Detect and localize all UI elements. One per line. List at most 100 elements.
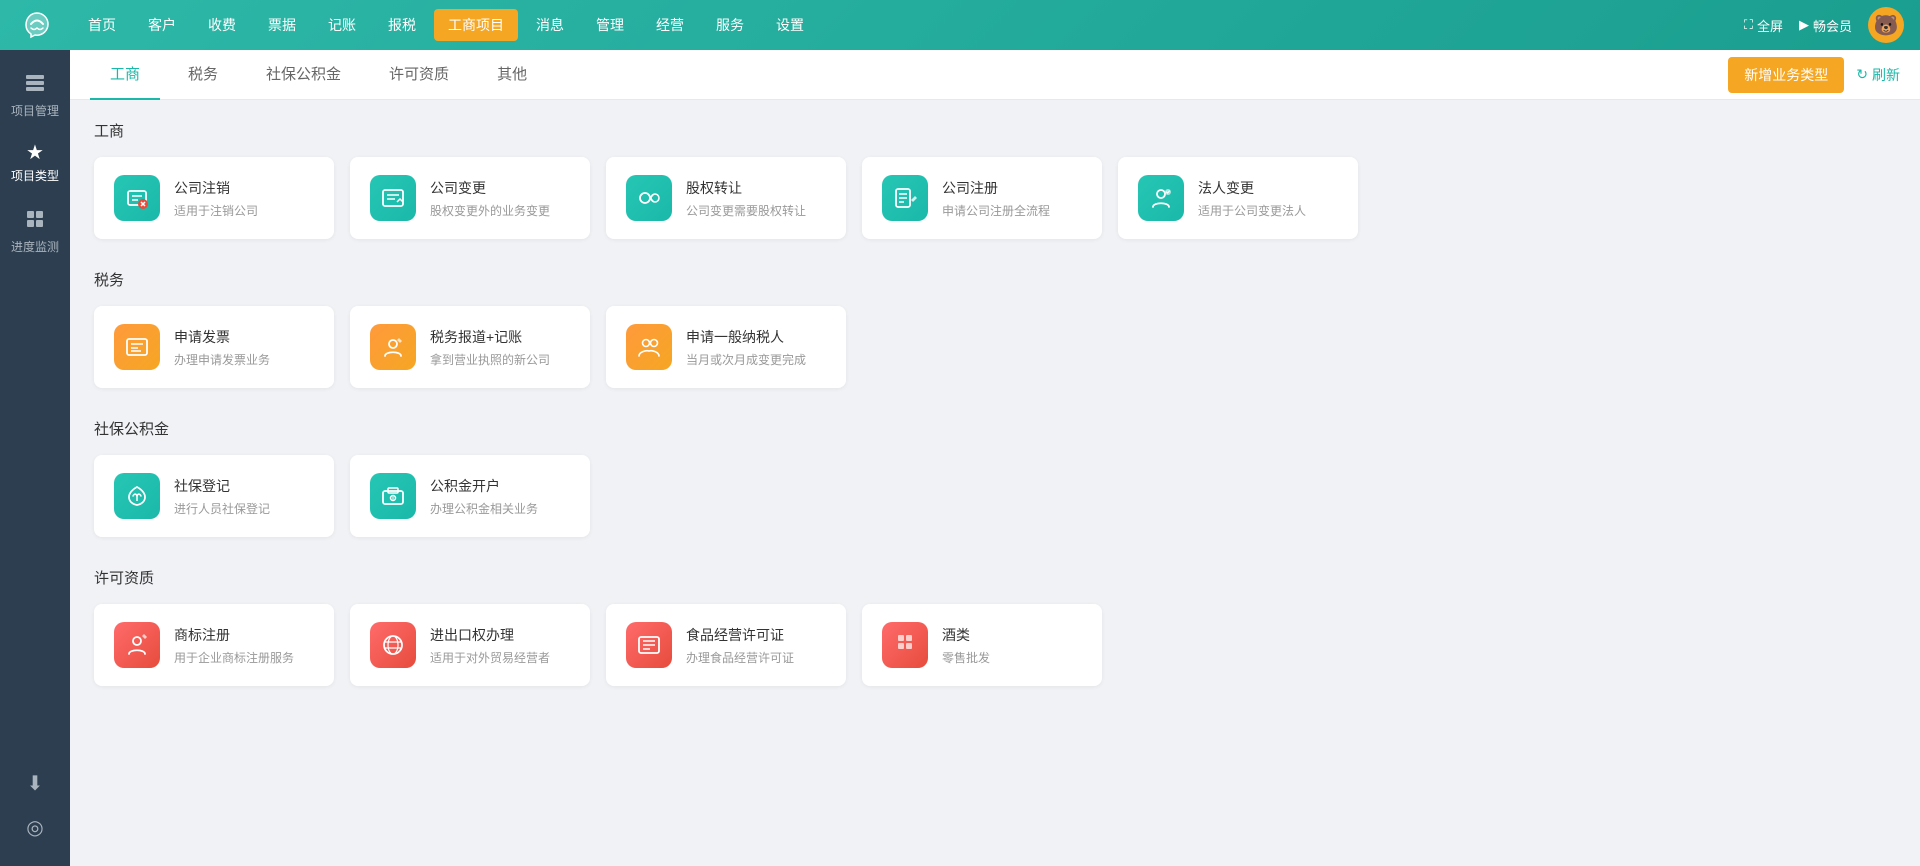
card-general-taxpayer-text: 申请一般纳税人 当月或次月成变更完成	[686, 327, 826, 368]
liquor-icon	[882, 622, 928, 668]
card-company-cancel-title: 公司注销	[174, 178, 314, 198]
company-change-icon	[370, 175, 416, 221]
card-apply-invoice-desc: 办理申请发票业务	[174, 351, 314, 368]
card-import-export-text: 进出口权办理 适用于对外贸易经营者	[430, 625, 570, 666]
sidebar-item-project-type[interactable]: ★ 项目类型	[0, 131, 70, 196]
general-taxpayer-icon	[626, 324, 672, 370]
card-legal-change-desc: 适用于公司变更法人	[1198, 202, 1338, 219]
nav-home[interactable]: 首页	[74, 9, 130, 41]
card-company-change-desc: 股权变更外的业务变更	[430, 202, 570, 219]
card-company-register[interactable]: 公司注册 申请公司注册全流程	[862, 157, 1102, 239]
card-food-license-desc: 办理食品经营许可证	[686, 649, 826, 666]
card-company-register-desc: 申请公司注册全流程	[942, 202, 1082, 219]
card-equity-transfer[interactable]: 股权转让 公司变更需要股权转让	[606, 157, 846, 239]
sidebar-label-progress: 进度监测	[11, 238, 59, 255]
sidebar-settings-small[interactable]: ◎	[0, 806, 70, 850]
card-tax-bookkeeping[interactable]: 税务报道+记账 拿到营业执照的新公司	[350, 306, 590, 388]
card-tax-bookkeeping-desc: 拿到营业执照的新公司	[430, 351, 570, 368]
nav-tax[interactable]: 报税	[374, 9, 430, 41]
food-license-icon	[626, 622, 672, 668]
card-food-license-title: 食品经营许可证	[686, 625, 826, 645]
top-navigation: 首页 客户 收费 票据 记账 报税 工商项目 消息 管理 经营 服务 设置 ⛶ …	[0, 0, 1920, 50]
card-company-cancel-desc: 适用于注销公司	[174, 202, 314, 219]
tab-tax[interactable]: 税务	[168, 50, 238, 100]
refresh-icon: ↻	[1856, 66, 1868, 83]
card-general-taxpayer-title: 申请一般纳税人	[686, 327, 826, 347]
equity-transfer-icon	[626, 175, 672, 221]
card-trademark-text: 商标注册 用于企业商标注册服务	[174, 625, 314, 666]
project-management-icon	[24, 72, 46, 98]
content-area: 工商 税务 社保公积金 许可资质 其他 新增业务类型 ↻ 刷新 工商	[70, 50, 1920, 866]
card-trademark-title: 商标注册	[174, 625, 314, 645]
section-title-business: 工商	[94, 120, 1896, 141]
card-apply-invoice-text: 申请发票 办理申请发票业务	[174, 327, 314, 368]
new-type-button[interactable]: 新增业务类型	[1728, 57, 1844, 93]
trademark-icon	[114, 622, 160, 668]
social-cards-grid: 社保登记 进行人员社保登记 公积金开户	[94, 455, 1896, 537]
nav-message[interactable]: 消息	[522, 9, 578, 41]
card-tax-bookkeeping-text: 税务报道+记账 拿到营业执照的新公司	[430, 327, 570, 368]
section-title-tax: 税务	[94, 269, 1896, 290]
card-liquor[interactable]: 酒类 零售批发	[862, 604, 1102, 686]
tab-business[interactable]: 工商	[90, 50, 160, 100]
nav-operation[interactable]: 经营	[642, 9, 698, 41]
section-title-social: 社保公积金	[94, 418, 1896, 439]
tab-other[interactable]: 其他	[477, 50, 547, 100]
nav-business[interactable]: 工商项目	[434, 9, 518, 41]
settings-small-icon: ◎	[26, 818, 43, 838]
sidebar: 项目管理 ★ 项目类型 进度监测 ⬇ ◎	[0, 50, 70, 866]
card-social-insurance-title: 社保登记	[174, 476, 314, 496]
sidebar-item-project-management[interactable]: 项目管理	[0, 60, 70, 131]
card-legal-change-title: 法人变更	[1198, 178, 1338, 198]
license-cards-grid: 商标注册 用于企业商标注册服务 进出口权办理	[94, 604, 1896, 686]
card-apply-invoice[interactable]: 申请发票 办理申请发票业务	[94, 306, 334, 388]
sidebar-download[interactable]: ⬇	[0, 762, 70, 806]
provident-fund-icon	[370, 473, 416, 519]
card-company-register-title: 公司注册	[942, 178, 1082, 198]
fullscreen-button[interactable]: ⛶ 全屏	[1744, 16, 1783, 35]
nav-service[interactable]: 服务	[702, 9, 758, 41]
card-provident-fund-title: 公积金开户	[430, 476, 570, 496]
main-layout: 项目管理 ★ 项目类型 进度监测 ⬇ ◎	[0, 50, 1920, 866]
progress-icon	[24, 208, 46, 234]
card-trademark-desc: 用于企业商标注册服务	[174, 649, 314, 666]
card-provident-fund[interactable]: 公积金开户 办理公积金相关业务	[350, 455, 590, 537]
vip-button[interactable]: ▶ 畅会员	[1799, 16, 1852, 35]
sidebar-item-progress[interactable]: 进度监测	[0, 196, 70, 267]
card-general-taxpayer[interactable]: 申请一般纳税人 当月或次月成变更完成	[606, 306, 846, 388]
card-company-cancel-text: 公司注销 适用于注销公司	[174, 178, 314, 219]
card-import-export[interactable]: 进出口权办理 适用于对外贸易经营者	[350, 604, 590, 686]
card-trademark[interactable]: 商标注册 用于企业商标注册服务	[94, 604, 334, 686]
tax-cards-grid: 申请发票 办理申请发票业务 税务报道+记账 拿到营业执照的新	[94, 306, 1896, 388]
nav-settings[interactable]: 设置	[762, 9, 818, 41]
tab-license[interactable]: 许可资质	[369, 50, 469, 100]
nav-invoice[interactable]: 票据	[254, 9, 310, 41]
refresh-button[interactable]: ↻ 刷新	[1856, 65, 1900, 85]
section-title-license: 许可资质	[94, 567, 1896, 588]
card-social-insurance[interactable]: 社保登记 进行人员社保登记	[94, 455, 334, 537]
legal-change-icon	[1138, 175, 1184, 221]
company-register-icon	[882, 175, 928, 221]
app-logo	[16, 4, 58, 46]
card-provident-fund-desc: 办理公积金相关业务	[430, 500, 570, 517]
card-company-change-text: 公司变更 股权变更外的业务变更	[430, 178, 570, 219]
card-apply-invoice-title: 申请发票	[174, 327, 314, 347]
card-company-register-text: 公司注册 申请公司注册全流程	[942, 178, 1082, 219]
tab-social-insurance[interactable]: 社保公积金	[246, 50, 361, 100]
download-icon: ⬇	[27, 774, 44, 794]
card-liquor-text: 酒类 零售批发	[942, 625, 1082, 666]
card-company-cancel[interactable]: 公司注销 适用于注销公司	[94, 157, 334, 239]
nav-management[interactable]: 管理	[582, 9, 638, 41]
tab-bar: 工商 税务 社保公积金 许可资质 其他 新增业务类型 ↻ 刷新	[70, 50, 1920, 100]
business-cards-grid: 公司注销 适用于注销公司 公司变更	[94, 157, 1896, 239]
nav-fee[interactable]: 收费	[194, 9, 250, 41]
card-food-license[interactable]: 食品经营许可证 办理食品经营许可证	[606, 604, 846, 686]
nav-bookkeeping[interactable]: 记账	[314, 9, 370, 41]
fullscreen-icon: ⛶	[1744, 17, 1753, 33]
nav-client[interactable]: 客户	[134, 9, 190, 41]
card-company-change[interactable]: 公司变更 股权变更外的业务变更	[350, 157, 590, 239]
card-legal-change[interactable]: 法人变更 适用于公司变更法人	[1118, 157, 1358, 239]
sidebar-bottom: ⬇ ◎	[0, 762, 70, 866]
card-equity-transfer-title: 股权转让	[686, 178, 826, 198]
user-avatar[interactable]: 🐻	[1868, 7, 1904, 43]
